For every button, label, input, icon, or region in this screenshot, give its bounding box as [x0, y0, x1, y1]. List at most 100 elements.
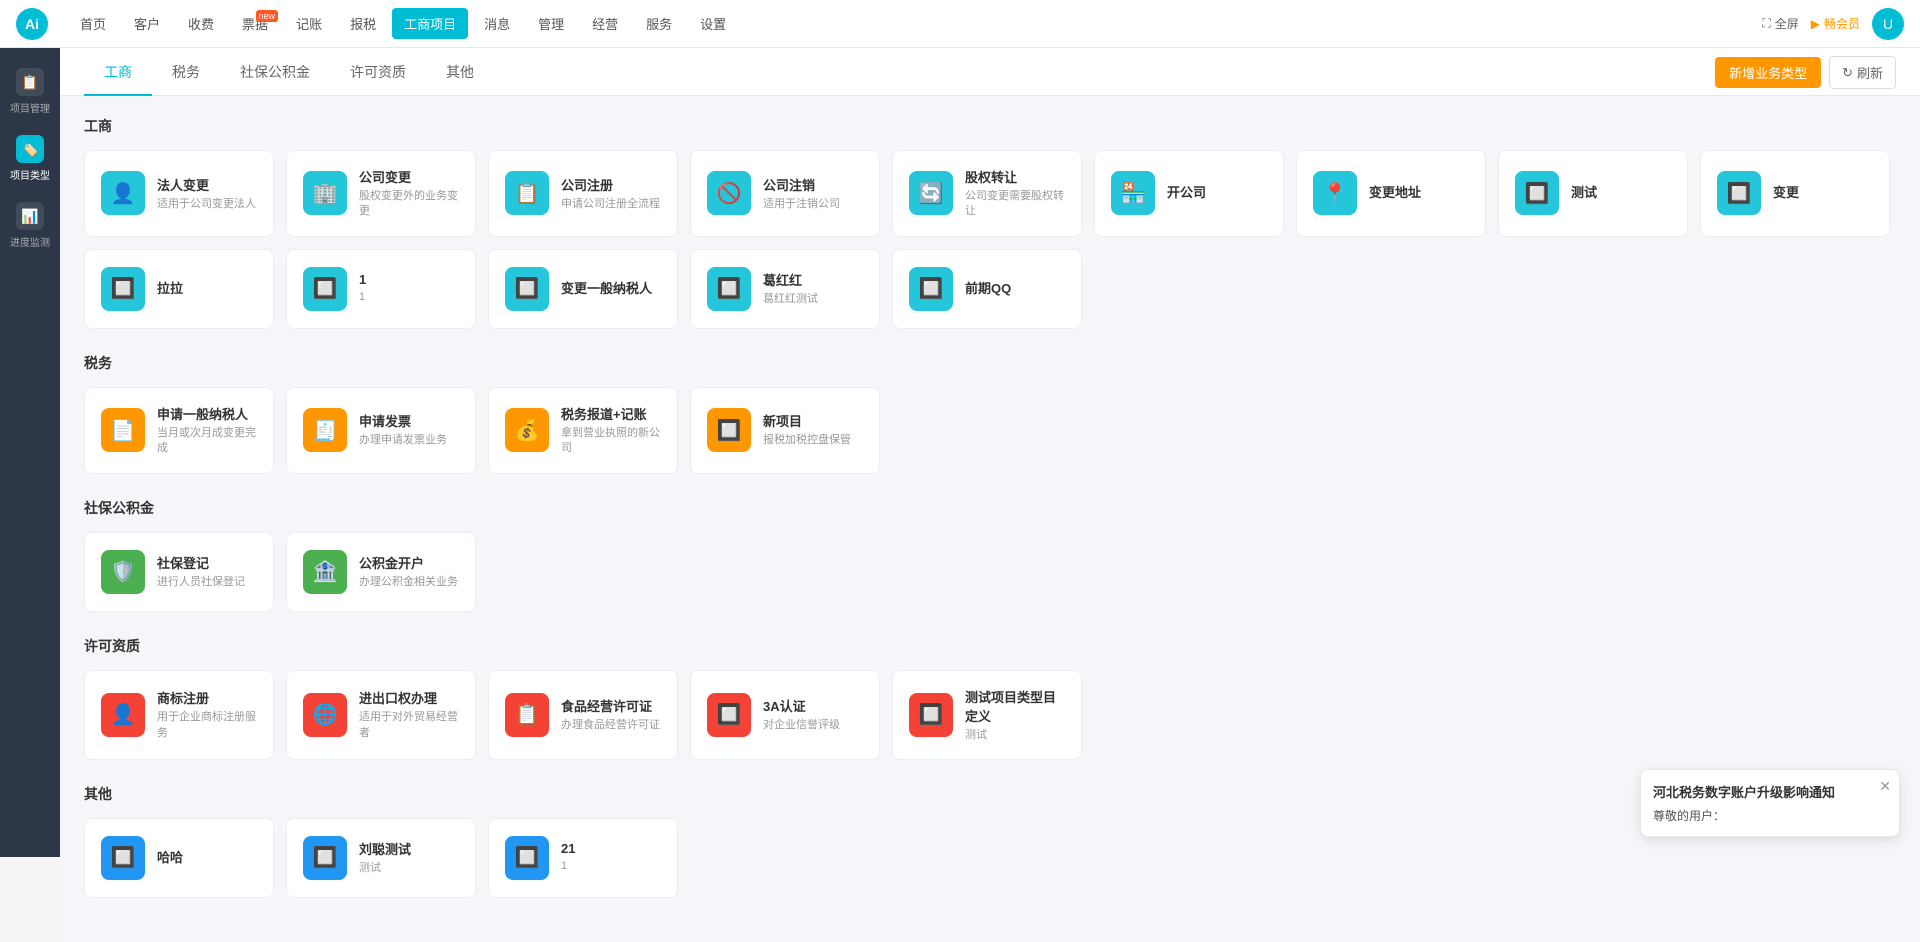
card-desc: 葛红红测试	[763, 292, 818, 307]
cards-grid: 📄 申请一般纳税人 当月或次月成变更完成 🧾 申请发票 办理申请发票业务 💰 税…	[84, 387, 1896, 474]
sub-tab-许可资质[interactable]: 许可资质	[330, 50, 426, 96]
sub-tab-社保公积金[interactable]: 社保公积金	[220, 50, 330, 96]
sidebar-item-项目管理[interactable]: 📋 项目管理	[0, 58, 60, 125]
notification-close-button[interactable]: ✕	[1879, 778, 1891, 795]
card-icon: 🔲	[101, 836, 145, 880]
service-card[interactable]: 🚫 公司注销 适用于注销公司	[690, 150, 880, 237]
service-card[interactable]: 📋 公司注册 申请公司注册全流程	[488, 150, 678, 237]
service-card[interactable]: 👤 法人变更 适用于公司变更法人	[84, 150, 274, 237]
service-card[interactable]: 🔲 刘聪测试 测试	[286, 818, 476, 898]
refresh-button[interactable]: ↻ 刷新	[1829, 56, 1896, 89]
nav-item-管理[interactable]: 管理	[526, 8, 576, 39]
card-title: 公司注册	[561, 175, 660, 194]
nav-item-消息[interactable]: 消息	[472, 8, 522, 39]
service-card[interactable]: 👤 商标注册 用于企业商标注册服务	[84, 670, 274, 760]
card-title: 商标注册	[157, 688, 257, 707]
service-card[interactable]: 🛡️ 社保登记 进行人员社保登记	[84, 532, 274, 612]
nav-item-报税[interactable]: 报税	[338, 8, 388, 39]
nav-item-服务[interactable]: 服务	[634, 8, 684, 39]
card-desc: 进行人员社保登记	[157, 575, 245, 590]
notification-content: 尊敬的用户：	[1653, 807, 1887, 824]
top-nav: Ai 首页客户收费票据new记账报税工商项目消息管理经营服务设置 ⛶ 全屏 ▶ …	[0, 0, 1920, 48]
sidebar-item-进度监测[interactable]: 📊 进度监测	[0, 192, 60, 259]
card-text: 测试项目类型目定义 测试	[965, 687, 1065, 743]
fullscreen-button[interactable]: ⛶ 全屏	[1762, 15, 1798, 32]
card-title: 进出口权办理	[359, 688, 459, 707]
service-card[interactable]: 🔲 哈哈	[84, 818, 274, 898]
vip-button[interactable]: ▶ 畅会员	[1811, 15, 1860, 32]
service-card[interactable]: 🔲 测试项目类型目定义 测试	[892, 670, 1082, 760]
section-许可资质: 许可资质 👤 商标注册 用于企业商标注册服务 🌐 进出口权办理 适用于对外贸易经…	[84, 636, 1896, 760]
service-card[interactable]: 🔲 1 1	[286, 249, 476, 329]
nav-right: ⛶ 全屏 ▶ 畅会员 U	[1762, 8, 1904, 40]
card-icon: 📋	[505, 171, 549, 215]
service-card[interactable]: 📄 申请一般纳税人 当月或次月成变更完成	[84, 387, 274, 474]
nav-items: 首页客户收费票据new记账报税工商项目消息管理经营服务设置	[68, 8, 1762, 39]
card-desc: 用于企业商标注册服务	[157, 710, 257, 741]
service-card[interactable]: 🔲 变更	[1700, 150, 1890, 237]
new-type-button[interactable]: 新增业务类型	[1715, 57, 1821, 88]
card-text: 哈哈	[157, 847, 183, 869]
sub-tab-工商[interactable]: 工商	[84, 50, 152, 96]
card-text: 申请发票 办理申请发票业务	[359, 411, 447, 448]
service-card[interactable]: 🔄 股权转让 公司变更需要股权转让	[892, 150, 1082, 237]
card-text: 申请一般纳税人 当月或次月成变更完成	[157, 404, 257, 457]
service-card[interactable]: 💰 税务报道+记账 拿到营业执照的新公司	[488, 387, 678, 474]
card-icon: 💰	[505, 408, 549, 452]
card-text: 刘聪测试 测试	[359, 839, 411, 876]
service-card[interactable]: 📋 食品经营许可证 办理食品经营许可证	[488, 670, 678, 760]
service-card[interactable]: 🏪 开公司	[1094, 150, 1284, 237]
service-card[interactable]: 🔲 21 1	[488, 818, 678, 898]
nav-item-票据[interactable]: 票据new	[230, 8, 280, 39]
section-社保公积金: 社保公积金 🛡️ 社保登记 进行人员社保登记 🏦 公积金开户 办理公积金相关业务	[84, 498, 1896, 612]
card-text: 葛红红 葛红红测试	[763, 270, 818, 307]
card-title: 前期QQ	[965, 278, 1011, 297]
service-card[interactable]: 🔲 测试	[1498, 150, 1688, 237]
nav-item-收费[interactable]: 收费	[176, 8, 226, 39]
nav-item-客户[interactable]: 客户	[122, 8, 172, 39]
service-card[interactable]: 🏢 公司变更 股权变更外的业务变更	[286, 150, 476, 237]
service-card[interactable]: 📍 变更地址	[1296, 150, 1486, 237]
nav-item-记账[interactable]: 记账	[284, 8, 334, 39]
user-avatar[interactable]: U	[1872, 8, 1904, 40]
service-card[interactable]: 🔲 变更一般纳税人	[488, 249, 678, 329]
card-icon: 🔲	[1515, 171, 1559, 215]
service-card[interactable]: 🌐 进出口权办理 适用于对外贸易经营者	[286, 670, 476, 760]
service-card[interactable]: 🧾 申请发票 办理申请发票业务	[286, 387, 476, 474]
section-税务: 税务 📄 申请一般纳税人 当月或次月成变更完成 🧾 申请发票 办理申请发票业务 …	[84, 353, 1896, 474]
card-text: 变更	[1773, 182, 1799, 204]
sidebar-item-项目类型[interactable]: 🏷️ 项目类型	[0, 125, 60, 192]
card-title: 法人变更	[157, 175, 256, 194]
sidebar-icon-1: 🏷️	[16, 135, 44, 163]
card-text: 股权转让 公司变更需要股权转让	[965, 167, 1065, 220]
card-icon: 📋	[505, 693, 549, 737]
sub-tab-税务[interactable]: 税务	[152, 50, 220, 96]
card-icon: 🏢	[303, 171, 347, 215]
cards-grid: 👤 商标注册 用于企业商标注册服务 🌐 进出口权办理 适用于对外贸易经营者 📋 …	[84, 670, 1896, 760]
service-card[interactable]: 🔲 拉拉	[84, 249, 274, 329]
sidebar-label-1: 项目类型	[10, 167, 50, 182]
card-desc: 测试	[965, 728, 1065, 743]
sidebar-label-0: 项目管理	[10, 100, 50, 115]
nav-item-经营[interactable]: 经营	[580, 8, 630, 39]
card-icon: 👤	[101, 171, 145, 215]
card-icon: 👤	[101, 693, 145, 737]
service-card[interactable]: 🔲 葛红红 葛红红测试	[690, 249, 880, 329]
card-desc: 当月或次月成变更完成	[157, 426, 257, 457]
service-card[interactable]: 🔲 3A认证 对企业信誉评级	[690, 670, 880, 760]
service-card[interactable]: 🔲 新项目 报税加税控盘保管	[690, 387, 880, 474]
sub-tab-其他[interactable]: 其他	[426, 50, 494, 96]
card-title: 3A认证	[763, 696, 840, 715]
nav-item-设置[interactable]: 设置	[688, 8, 738, 39]
card-title: 测试	[1571, 182, 1597, 201]
sidebar: 📋 项目管理 🏷️ 项目类型 📊 进度监测	[0, 48, 60, 857]
card-desc: 报税加税控盘保管	[763, 433, 851, 448]
card-desc: 1	[359, 290, 366, 305]
card-desc: 办理食品经营许可证	[561, 718, 660, 733]
service-card[interactable]: 🔲 前期QQ	[892, 249, 1082, 329]
cards-grid: 🛡️ 社保登记 进行人员社保登记 🏦 公积金开户 办理公积金相关业务	[84, 532, 1896, 612]
card-text: 3A认证 对企业信誉评级	[763, 696, 840, 733]
nav-item-工商项目[interactable]: 工商项目	[392, 8, 468, 39]
service-card[interactable]: 🏦 公积金开户 办理公积金相关业务	[286, 532, 476, 612]
nav-item-首页[interactable]: 首页	[68, 8, 118, 39]
